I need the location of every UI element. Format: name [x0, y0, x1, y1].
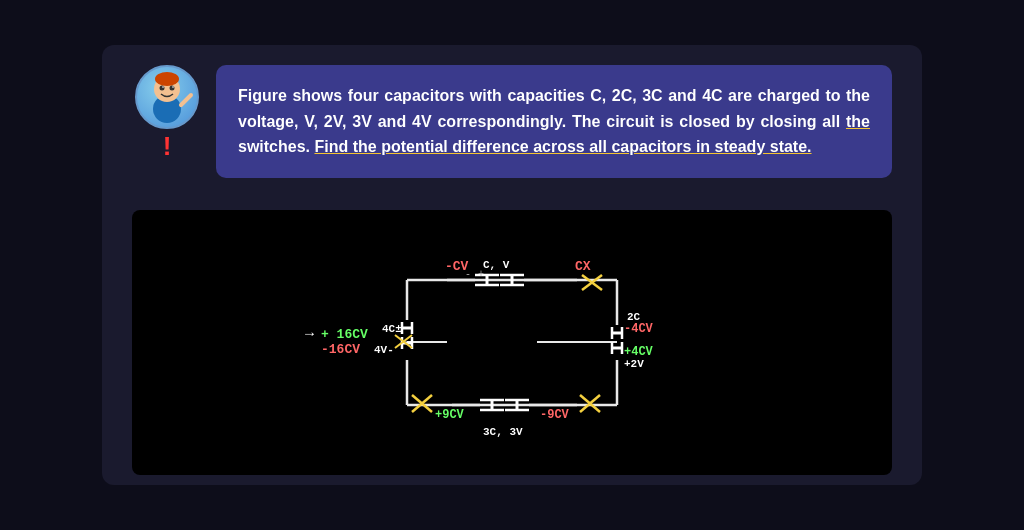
svg-point-5 — [162, 86, 164, 88]
svg-point-3 — [160, 86, 165, 91]
label-pos16cv: + 16CV — [321, 327, 368, 342]
content-card: ! Figure shows four capacitors with capa… — [102, 45, 922, 485]
label-cx: CX — [575, 259, 591, 274]
label-pos4cv: +4CV — [624, 345, 654, 359]
page-wrapper: ! Figure shows four capacitors with capa… — [0, 0, 1024, 530]
label-2c: 2C — [627, 311, 641, 323]
arrow-label: → — [305, 326, 314, 343]
circuit-diagram: -CV C, V CX -4CV 2C +4CV +2V → + 16CV 4C… — [287, 220, 737, 465]
label-cv: C, V — [483, 259, 510, 271]
character-icon — [137, 67, 197, 127]
svg-point-2 — [155, 72, 179, 86]
question-text: Figure shows four capacitors with capaci… — [238, 83, 870, 160]
svg-point-6 — [172, 86, 174, 88]
label-4c: 4C± — [382, 323, 402, 335]
label-neg9cv: -9CV — [540, 408, 570, 422]
top-section: ! Figure shows four capacitors with capa… — [132, 65, 892, 196]
label-neg4cv: -4CV — [624, 322, 654, 336]
label-neg16cv: -16CV — [321, 342, 360, 357]
avatar — [135, 65, 199, 129]
circuit-container: -CV C, V CX -4CV 2C +4CV +2V → + 16CV 4C… — [132, 210, 892, 475]
label-4v: 4V- — [374, 344, 394, 356]
label-3c3v: 3C, 3V — [483, 426, 523, 438]
svg-line-7 — [181, 95, 191, 105]
svg-text:+: + — [478, 269, 484, 280]
label-pos9cv: +9CV — [435, 408, 465, 422]
svg-point-4 — [170, 86, 175, 91]
exclamation-mark: ! — [163, 131, 172, 162]
svg-text:-: - — [465, 269, 471, 280]
avatar-area: ! — [132, 65, 202, 162]
label-2v: +2V — [624, 358, 644, 370]
question-box: Figure shows four capacitors with capaci… — [216, 65, 892, 178]
